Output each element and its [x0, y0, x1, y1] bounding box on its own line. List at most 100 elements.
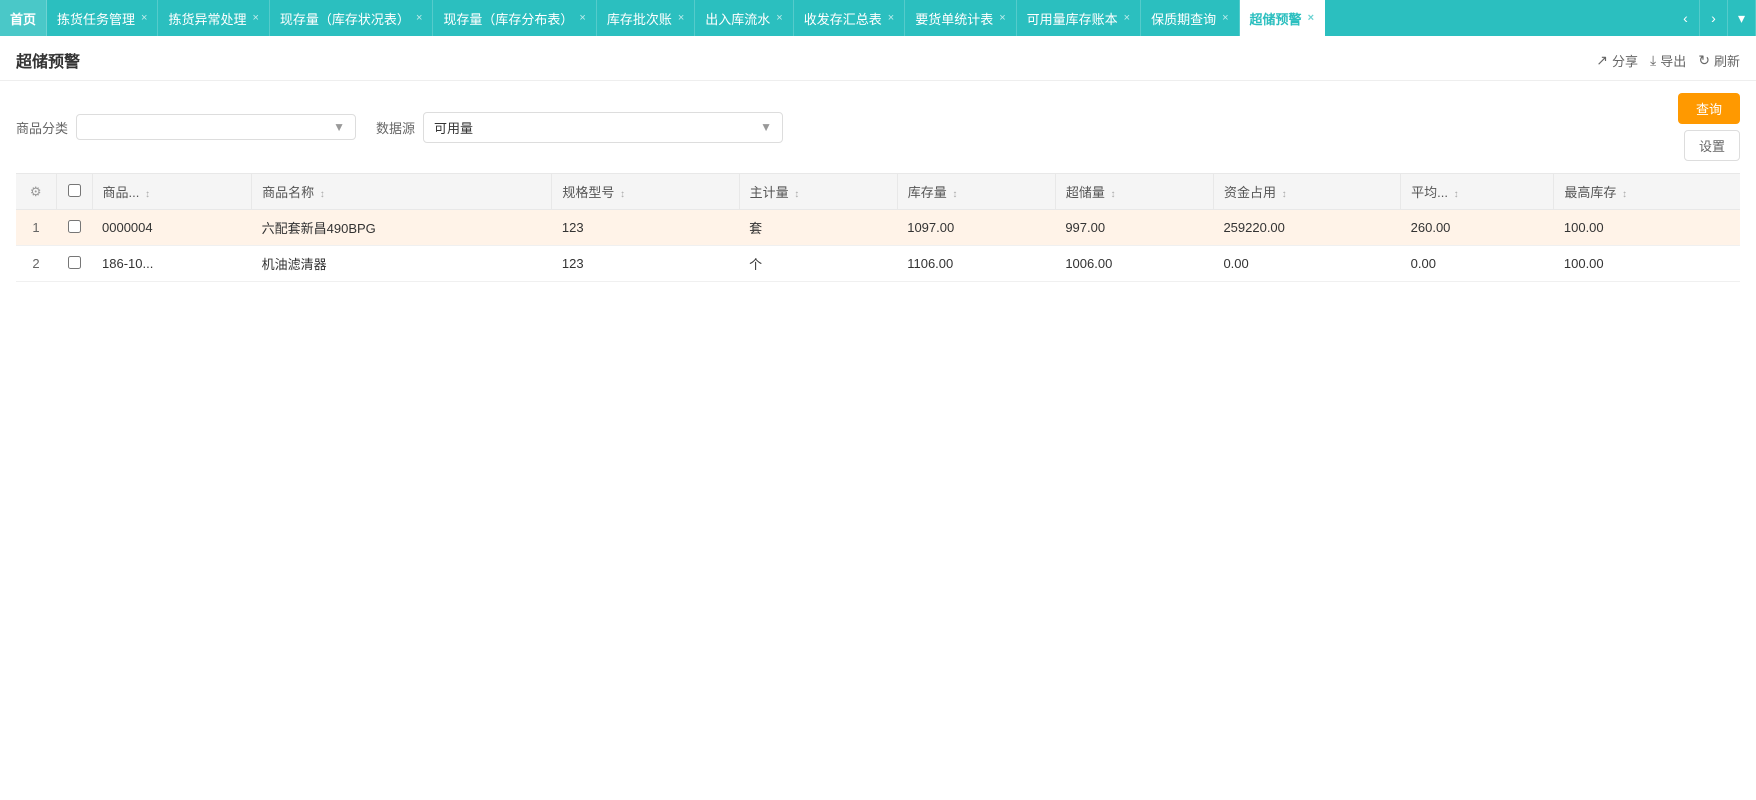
row-checkbox-cell[interactable]	[56, 210, 92, 246]
select-all-checkbox[interactable]	[68, 184, 81, 197]
nav-more-arrow[interactable]: ▾	[1728, 0, 1756, 36]
cell-spec: 123	[552, 210, 739, 246]
tab-close-icon[interactable]: ×	[678, 12, 684, 24]
cell-unit: 套	[739, 210, 897, 246]
sort-icon-stock: ↕	[952, 189, 957, 200]
col-unit[interactable]: 主计量 ↕	[739, 174, 897, 210]
row-checkbox[interactable]	[68, 256, 81, 269]
sort-icon-overstock: ↕	[1110, 189, 1115, 200]
tab-close-icon[interactable]: ×	[579, 12, 585, 24]
export-action[interactable]: ⤓ 导出	[1650, 51, 1686, 70]
tab-close-icon[interactable]: ×	[416, 12, 422, 24]
filter-area: 商品分类 ▼ 数据源 可用量 ▼ 查询 设置	[0, 81, 1756, 173]
settings-button[interactable]: 设置	[1684, 130, 1740, 161]
query-button[interactable]: 查询	[1678, 93, 1740, 124]
nav-tab[interactable]: 收发存汇总表×	[794, 0, 905, 36]
cell-max-stock: 100.00	[1554, 210, 1740, 246]
data-source-filter: 数据源 可用量 ▼	[376, 112, 783, 143]
tab-close-icon[interactable]: ×	[888, 12, 894, 24]
header-actions: ↗ 分享 ⤓ 导出 ↻ 刷新	[1596, 51, 1740, 70]
page-title: 超储预警	[16, 48, 80, 72]
tab-close-icon[interactable]: ×	[1308, 12, 1314, 24]
sort-icon-capital: ↕	[1282, 189, 1287, 200]
sort-icon-avg: ↕	[1454, 189, 1459, 200]
nav-tab[interactable]: 现存量（库存状况表）×	[270, 0, 433, 36]
select-all-header[interactable]	[56, 174, 92, 210]
tab-close-icon[interactable]: ×	[141, 12, 147, 24]
cell-overstock-qty: 997.00	[1055, 210, 1213, 246]
share-action[interactable]: ↗ 分享	[1596, 51, 1638, 70]
table-container: ⚙ 商品... ↕ 商品名称 ↕ 规格型号 ↕	[0, 173, 1756, 282]
data-source-value: 可用量	[434, 118, 473, 137]
col-avg[interactable]: 平均... ↕	[1401, 174, 1554, 210]
sort-icon-name: ↕	[320, 189, 325, 200]
cell-product-name: 六配套新昌490BPG	[252, 210, 552, 246]
main-table: ⚙ 商品... ↕ 商品名称 ↕ 规格型号 ↕	[16, 173, 1740, 282]
row-index: 1	[16, 210, 56, 246]
nav-prev-arrow[interactable]: ‹	[1672, 0, 1700, 36]
nav-tab[interactable]: 可用量库存账本×	[1017, 0, 1141, 36]
nav-tab[interactable]: 拣货任务管理×	[47, 0, 158, 36]
share-icon: ↗	[1596, 52, 1608, 69]
data-source-label: 数据源	[376, 118, 415, 137]
refresh-icon: ↻	[1698, 52, 1710, 69]
row-checkbox-cell[interactable]	[56, 246, 92, 282]
col-spec[interactable]: 规格型号 ↕	[552, 174, 739, 210]
nav-tab[interactable]: 库存批次账×	[597, 0, 695, 36]
cell-capital-usage: 259220.00	[1213, 210, 1400, 246]
chevron-down-icon-2: ▼	[760, 120, 772, 134]
nav-tab[interactable]: 拣货异常处理×	[158, 0, 269, 36]
nav-tab[interactable]: 出入库流水×	[695, 0, 793, 36]
refresh-action[interactable]: ↻ 刷新	[1698, 51, 1740, 70]
filter-buttons: 查询 设置	[1678, 93, 1740, 161]
table-row: 1 0000004 六配套新昌490BPG 123 套 1097.00 997.…	[16, 210, 1740, 246]
cell-stock-qty: 1097.00	[897, 210, 1055, 246]
cell-avg-price: 0.00	[1401, 246, 1554, 282]
product-category-select[interactable]: ▼	[76, 114, 356, 140]
table-row: 2 186-10... 机油滤清器 123 个 1106.00 1006.00 …	[16, 246, 1740, 282]
chevron-down-icon: ▼	[333, 120, 345, 134]
col-capital[interactable]: 资金占用 ↕	[1213, 174, 1400, 210]
page-header: 超储预警 ↗ 分享 ⤓ 导出 ↻ 刷新	[0, 36, 1756, 81]
col-overstock[interactable]: 超储量 ↕	[1055, 174, 1213, 210]
tab-close-icon[interactable]: ×	[1124, 12, 1130, 24]
gear-icon: ⚙	[30, 184, 42, 199]
sort-icon-spec: ↕	[620, 189, 625, 200]
cell-overstock-qty: 1006.00	[1055, 246, 1213, 282]
col-product-name[interactable]: 商品名称 ↕	[252, 174, 552, 210]
table-header-row: ⚙ 商品... ↕ 商品名称 ↕ 规格型号 ↕	[16, 174, 1740, 210]
cell-capital-usage: 0.00	[1213, 246, 1400, 282]
cell-spec: 123	[552, 246, 739, 282]
tab-close-icon[interactable]: ×	[1222, 12, 1228, 24]
sort-icon-unit: ↕	[794, 189, 799, 200]
nav-bar: 首页 拣货任务管理×拣货异常处理×现存量（库存状况表）×现存量（库存分布表）×库…	[0, 0, 1756, 36]
cell-avg-price: 260.00	[1401, 210, 1554, 246]
tab-close-icon[interactable]: ×	[252, 12, 258, 24]
sort-icon-maxstock: ↕	[1622, 189, 1627, 200]
cell-unit: 个	[739, 246, 897, 282]
col-product-code[interactable]: 商品... ↕	[92, 174, 252, 210]
row-checkbox[interactable]	[68, 220, 81, 233]
nav-tab[interactable]: 保质期查询×	[1141, 0, 1239, 36]
cell-product-code: 0000004	[92, 210, 252, 246]
export-icon: ⤓	[1650, 52, 1656, 69]
product-category-label: 商品分类	[16, 118, 68, 137]
nav-tab[interactable]: 现存量（库存分布表）×	[433, 0, 596, 36]
nav-tab[interactable]: 要货单统计表×	[905, 0, 1016, 36]
cell-product-name: 机油滤清器	[252, 246, 552, 282]
cell-max-stock: 100.00	[1554, 246, 1740, 282]
gear-settings-header[interactable]: ⚙	[16, 174, 56, 210]
tab-close-icon[interactable]: ×	[999, 12, 1005, 24]
page-content: 超储预警 ↗ 分享 ⤓ 导出 ↻ 刷新 商品分类 ▼ 数据源	[0, 36, 1756, 800]
col-stock[interactable]: 库存量 ↕	[897, 174, 1055, 210]
tab-close-icon[interactable]: ×	[776, 12, 782, 24]
nav-next-arrow[interactable]: ›	[1700, 0, 1728, 36]
nav-home[interactable]: 首页	[0, 0, 47, 36]
cell-product-code: 186-10...	[92, 246, 252, 282]
nav-tab[interactable]: 超储预警×	[1240, 0, 1325, 36]
row-index: 2	[16, 246, 56, 282]
sort-icon-code: ↕	[145, 189, 150, 200]
col-maxstock[interactable]: 最高库存 ↕	[1554, 174, 1740, 210]
data-source-select[interactable]: 可用量 ▼	[423, 112, 783, 143]
cell-stock-qty: 1106.00	[897, 246, 1055, 282]
